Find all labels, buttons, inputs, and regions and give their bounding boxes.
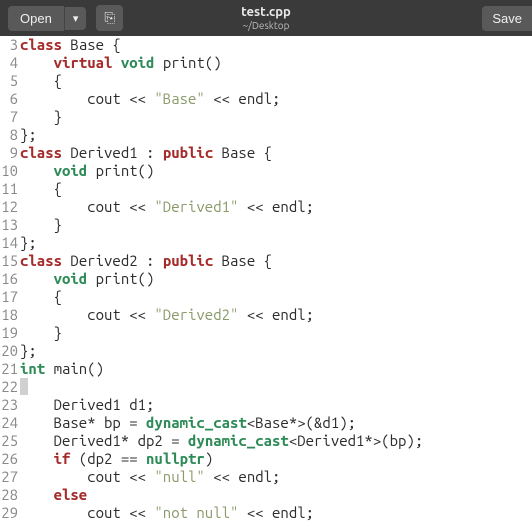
save-button[interactable]: Save	[482, 6, 532, 31]
code-line: 12 cout << "Derived1" << endl;	[0, 198, 532, 216]
code-line: 19 }	[0, 324, 532, 342]
file-path: ~/Desktop	[241, 20, 291, 31]
line-number: 12	[0, 198, 20, 216]
open-button[interactable]: Open	[8, 6, 64, 31]
line-number: 26	[0, 450, 20, 468]
line-number: 9	[0, 144, 20, 162]
code-line: 10 void print()	[0, 162, 532, 180]
code-line: 11 {	[0, 180, 532, 198]
code-line: 21int main()	[0, 360, 532, 378]
line-number: 22	[0, 378, 20, 396]
code-line: 23 Derived1 d1;	[0, 396, 532, 414]
new-document-button[interactable]: ⎘	[96, 5, 123, 31]
code-line: 18 cout << "Derived2" << endl;	[0, 306, 532, 324]
line-number: 28	[0, 486, 20, 504]
code-line: 9class Derived1 : public Base {	[0, 144, 532, 162]
line-number: 20	[0, 342, 20, 360]
line-number: 3	[0, 36, 20, 54]
chevron-down-icon: ▾	[73, 13, 79, 25]
line-number: 25	[0, 432, 20, 450]
line-number: 8	[0, 126, 20, 144]
line-number: 15	[0, 252, 20, 270]
line-number: 19	[0, 324, 20, 342]
code-line: 25 Derived1* dp2 = dynamic_cast<Derived1…	[0, 432, 532, 450]
code-line: 22	[0, 378, 532, 396]
code-line: 13 }	[0, 216, 532, 234]
code-line: 24 Base* bp = dynamic_cast<Base*>(&d1);	[0, 414, 532, 432]
line-number: 11	[0, 180, 20, 198]
open-button-group: Open ▾	[8, 6, 86, 31]
line-number: 21	[0, 360, 20, 378]
code-line: 3class Base {	[0, 36, 532, 54]
line-number: 14	[0, 234, 20, 252]
line-number: 17	[0, 288, 20, 306]
line-number: 13	[0, 216, 20, 234]
code-line: 29 cout << "not null" << endl;	[0, 504, 532, 522]
line-number: 23	[0, 396, 20, 414]
line-number: 24	[0, 414, 20, 432]
code-editor[interactable]: 3class Base { 4 virtual void print() 5 {…	[0, 36, 532, 522]
code-line: 28 else	[0, 486, 532, 504]
code-line: 8};	[0, 126, 532, 144]
line-number: 10	[0, 162, 20, 180]
code-line: 14};	[0, 234, 532, 252]
line-number: 27	[0, 468, 20, 486]
line-number: 6	[0, 90, 20, 108]
new-doc-icon: ⎘	[104, 10, 115, 26]
line-number: 5	[0, 72, 20, 90]
line-number: 29	[0, 504, 20, 522]
app-header: Open ▾ ⎘ test.cpp ~/Desktop Save	[0, 0, 532, 36]
code-line: 15class Derived2 : public Base {	[0, 252, 532, 270]
code-line: 17 {	[0, 288, 532, 306]
line-number: 18	[0, 306, 20, 324]
code-line: 6 cout << "Base" << endl;	[0, 90, 532, 108]
line-number: 16	[0, 270, 20, 288]
code-line: 4 virtual void print()	[0, 54, 532, 72]
code-line: 5 {	[0, 72, 532, 90]
open-dropdown[interactable]: ▾	[64, 7, 87, 30]
code-line: 20};	[0, 342, 532, 360]
code-line: 7 }	[0, 108, 532, 126]
cursor	[20, 378, 28, 395]
code-line: 26 if (dp2 == nullptr)	[0, 450, 532, 468]
file-title: test.cpp	[241, 5, 291, 19]
line-number: 4	[0, 54, 20, 72]
code-line: 16 void print()	[0, 270, 532, 288]
line-number: 7	[0, 108, 20, 126]
title-block: test.cpp ~/Desktop	[241, 5, 291, 30]
code-line: 27 cout << "null" << endl;	[0, 468, 532, 486]
